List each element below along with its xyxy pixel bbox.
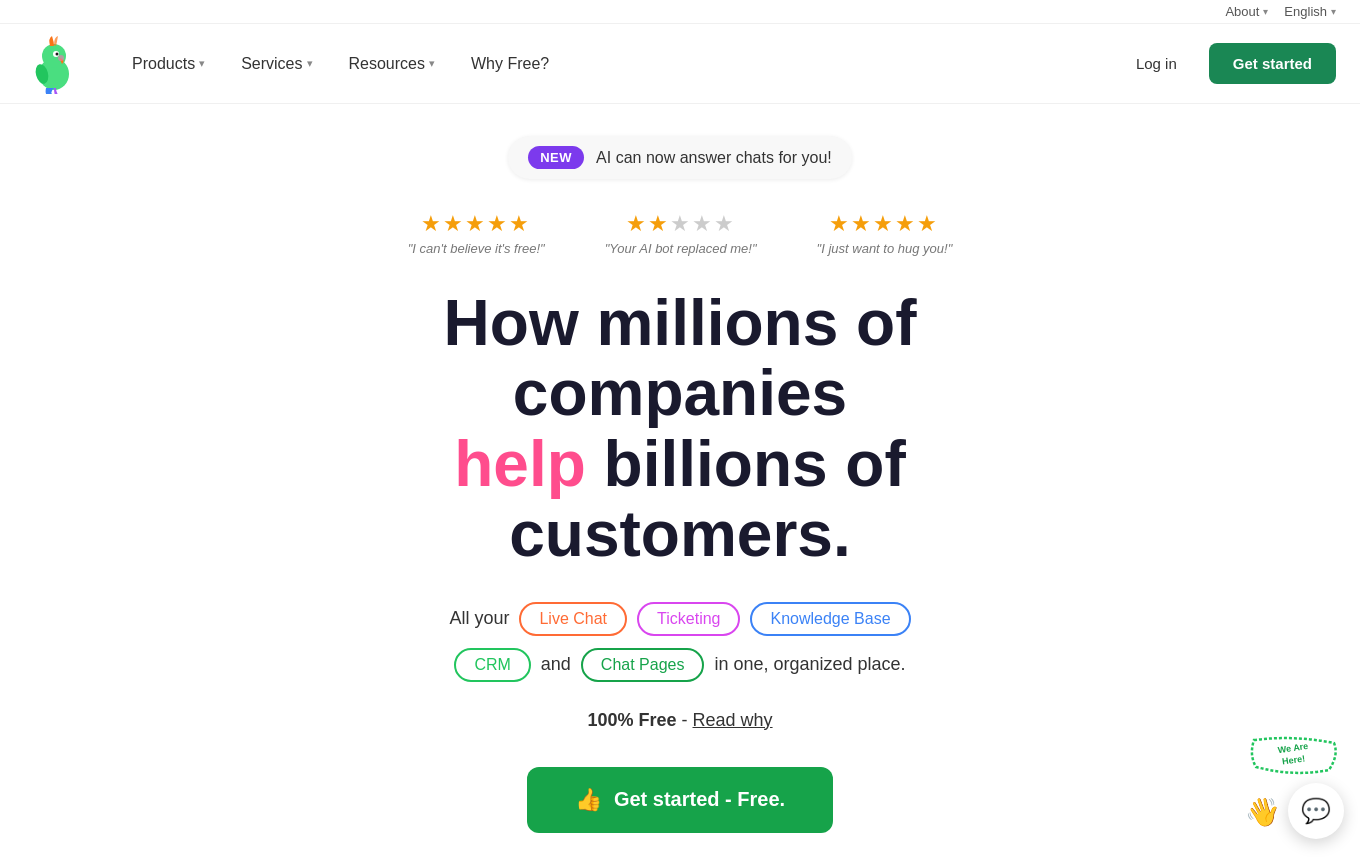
free-separator: - — [682, 710, 693, 730]
nav-resources-chevron: ▾ — [429, 57, 435, 70]
main-content: NEW AI can now answer chats for you! ★★★… — [0, 104, 1360, 859]
review-2: ★★★★★ "Your AI bot replaced me!" — [605, 211, 757, 256]
chat-widget: We Are Here! 👋 💬 — [1244, 735, 1344, 839]
chat-open-button[interactable]: 💬 — [1288, 783, 1344, 839]
nav-links: Products ▾ Services ▾ Resources ▾ Why Fr… — [116, 47, 1120, 81]
language-chevron: ▾ — [1331, 6, 1336, 17]
about-menu[interactable]: About ▾ — [1225, 4, 1268, 19]
tag-ticketing[interactable]: Ticketing — [637, 602, 740, 636]
suffix-text: in one, organized place. — [714, 654, 905, 675]
nav-products[interactable]: Products ▾ — [116, 47, 221, 81]
svg-point-4 — [58, 55, 64, 61]
nav-resources[interactable]: Resources ▾ — [333, 47, 451, 81]
chat-icon: 💬 — [1301, 797, 1331, 825]
tag-knowledge-base[interactable]: Knowledge Base — [750, 602, 910, 636]
hero-line1: How millions of companies — [444, 287, 917, 429]
nav-why-free-label: Why Free? — [471, 55, 549, 73]
nav-resources-label: Resources — [349, 55, 425, 73]
cta-label: Get started - Free. — [614, 788, 785, 811]
about-chevron: ▾ — [1263, 6, 1268, 17]
chat-widget-wrap: We Are Here! 👋 💬 — [1244, 735, 1344, 839]
nav-products-label: Products — [132, 55, 195, 73]
review-text-1: "I can't believe it's free!" — [408, 241, 545, 256]
review-text-3: "I just want to hug you!" — [817, 241, 953, 256]
nav-right: Log in Get started — [1120, 43, 1336, 84]
nav-services-chevron: ▾ — [307, 57, 313, 70]
we-are-here-sticker: We Are Here! — [1244, 735, 1344, 775]
new-badge: NEW — [528, 146, 584, 169]
tag-chat-pages[interactable]: Chat Pages — [581, 648, 705, 682]
review-text-2: "Your AI bot replaced me!" — [605, 241, 757, 256]
cta-button[interactable]: 👍 Get started - Free. — [527, 767, 833, 833]
tags-line-1: All your Live Chat Ticketing Knowledge B… — [449, 602, 910, 636]
reviews-row: ★★★★★ "I can't believe it's free!" ★★★★★… — [408, 211, 953, 256]
nav-why-free[interactable]: Why Free? — [455, 47, 565, 81]
and-text: and — [541, 654, 571, 675]
tags-line-2: CRM and Chat Pages in one, organized pla… — [454, 648, 905, 682]
language-menu[interactable]: English ▾ — [1284, 4, 1336, 19]
wave-hand-icon: 👋 — [1242, 792, 1282, 831]
hero-highlight: help — [454, 428, 586, 500]
chat-btn-row: 👋 💬 — [1245, 783, 1344, 839]
nav-services[interactable]: Services ▾ — [225, 47, 328, 81]
tag-live-chat[interactable]: Live Chat — [519, 602, 627, 636]
tag-crm[interactable]: CRM — [454, 648, 530, 682]
nav-services-label: Services — [241, 55, 302, 73]
hero-heading: How millions of companies help billions … — [280, 288, 1080, 570]
svg-point-3 — [56, 52, 59, 55]
top-bar: About ▾ English ▾ — [0, 0, 1360, 24]
banner-text: AI can now answer chats for you! — [596, 149, 832, 167]
tags-intro: All your — [449, 608, 509, 629]
navbar: Products ▾ Services ▾ Resources ▾ Why Fr… — [0, 24, 1360, 104]
svg-text:Here!: Here! — [1281, 753, 1305, 766]
read-why-link[interactable]: Read why — [693, 710, 773, 730]
get-started-nav-button[interactable]: Get started — [1209, 43, 1336, 84]
stars-1: ★★★★★ — [421, 211, 531, 237]
free-bold: 100% Free — [587, 710, 676, 730]
login-button[interactable]: Log in — [1120, 47, 1193, 80]
review-1: ★★★★★ "I can't believe it's free!" — [408, 211, 545, 256]
nav-products-chevron: ▾ — [199, 57, 205, 70]
review-3: ★★★★★ "I just want to hug you!" — [817, 211, 953, 256]
stars-2: ★★★★★ — [626, 211, 736, 237]
about-label: About — [1225, 4, 1259, 19]
stars-3: ★★★★★ — [829, 211, 939, 237]
language-label: English — [1284, 4, 1327, 19]
thumbs-up-icon: 👍 — [575, 787, 602, 813]
free-text: 100% Free - Read why — [587, 710, 772, 731]
new-banner[interactable]: NEW AI can now answer chats for you! — [508, 136, 852, 179]
logo[interactable] — [24, 34, 84, 94]
